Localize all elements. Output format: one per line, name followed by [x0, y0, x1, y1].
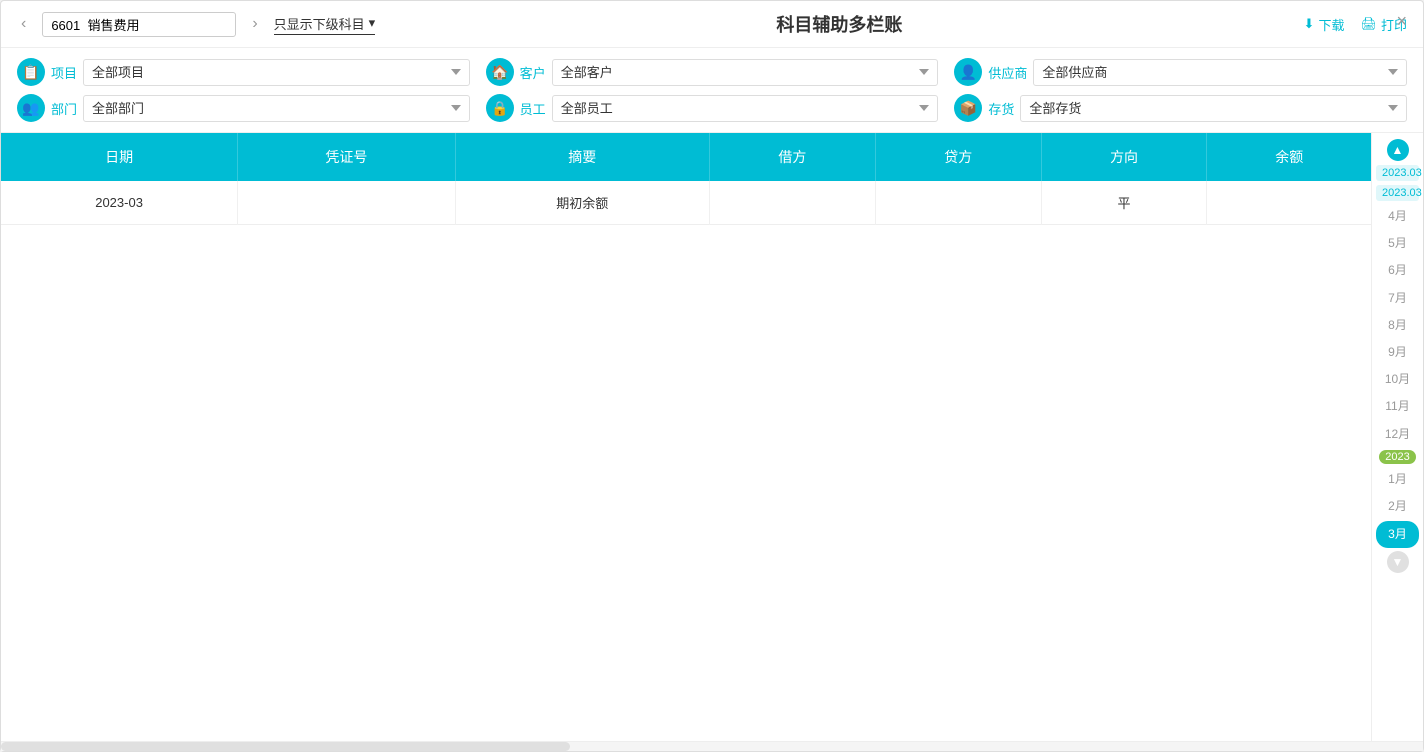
col-date: 日期 [1, 133, 238, 181]
filter-item-inventory: 📦 存货 全部存货 [954, 94, 1407, 122]
account-code-input[interactable] [42, 12, 236, 37]
download-icon: ⬇ [1304, 16, 1315, 32]
supplier-label: 供应商 [988, 63, 1027, 82]
timeline-month-5[interactable]: 5月 [1372, 230, 1423, 257]
supplier-select[interactable]: 全部供应商 [1033, 59, 1407, 86]
show-sub-toggle[interactable]: 只显示下级科目 ▾ [274, 14, 376, 35]
main-window: ‹ › 只显示下级科目 ▾ 科目辅助多栏账 ⬇ 下载 🖨 打印 × 📋 项目 [0, 0, 1424, 752]
timeline-month-10[interactable]: 10月 [1372, 366, 1423, 393]
inventory-select[interactable]: 全部存货 [1020, 95, 1407, 122]
inventory-icon: 📦 [954, 94, 982, 122]
timeline-month-7[interactable]: 7月 [1372, 285, 1423, 312]
timeline-month-4[interactable]: 4月 [1372, 203, 1423, 230]
action-buttons: ⬇ 下载 🖨 打印 [1304, 15, 1407, 34]
cell-date: 2023-03 [1, 181, 238, 225]
col-voucher: 凭证号 [238, 133, 455, 181]
cell-voucher [238, 181, 455, 225]
timeline-year-badge: 2023 [1379, 450, 1415, 464]
col-debit: 借方 [709, 133, 875, 181]
timeline-date-2[interactable]: 2023.03 [1376, 185, 1419, 201]
filter-section: 📋 项目 全部项目 🏠 客户 全部客户 👤 供应商 全部供应商 [1, 48, 1423, 133]
col-direction: 方向 [1041, 133, 1207, 181]
col-credit: 贷方 [875, 133, 1041, 181]
employee-icon: 🔒 [486, 94, 514, 122]
filter-row-2: 👥 部门 全部部门 🔒 员工 全部员工 📦 存货 全部存货 [17, 94, 1407, 122]
timeline-month-12[interactable]: 12月 [1372, 421, 1423, 448]
filter-item-supplier: 👤 供应商 全部供应商 [954, 58, 1407, 86]
close-button[interactable]: × [1396, 11, 1407, 32]
timeline-month-6[interactable]: 6月 [1372, 257, 1423, 284]
timeline-month-11[interactable]: 11月 [1372, 393, 1423, 420]
filter-row-1: 📋 项目 全部项目 🏠 客户 全部客户 👤 供应商 全部供应商 [17, 58, 1407, 86]
customer-icon: 🏠 [486, 58, 514, 86]
table-header: 日期 凭证号 摘要 借方 贷方 方向 余额 [1, 133, 1371, 181]
filter-item-department: 👥 部门 全部部门 [17, 94, 470, 122]
department-select[interactable]: 全部部门 [83, 95, 470, 122]
bottom-scrollbar[interactable] [1, 741, 1423, 751]
next-account-button[interactable]: › [248, 13, 261, 35]
filter-item-project: 📋 项目 全部项目 [17, 58, 470, 86]
table-container: 日期 凭证号 摘要 借方 贷方 方向 余额 2023-03 期初余额 [1, 133, 1423, 741]
cell-credit [875, 181, 1041, 225]
scrollbar-thumb [1, 742, 570, 751]
employee-select[interactable]: 全部员工 [552, 95, 939, 122]
prev-account-button[interactable]: ‹ [17, 13, 30, 35]
cell-debit [709, 181, 875, 225]
timeline-month-2[interactable]: 2月 [1372, 493, 1423, 520]
timeline-down-arrow[interactable]: ▼ [1387, 551, 1409, 573]
cell-direction: 平 [1041, 181, 1207, 225]
customer-label: 客户 [520, 63, 546, 82]
page-title: 科目辅助多栏账 [387, 11, 1291, 37]
filter-item-employee: 🔒 员工 全部员工 [486, 94, 939, 122]
title-bar: ‹ › 只显示下级科目 ▾ 科目辅助多栏账 ⬇ 下载 🖨 打印 × [1, 1, 1423, 48]
download-button[interactable]: ⬇ 下载 [1304, 15, 1345, 34]
table-row: 2023-03 期初余额 平 [1, 181, 1371, 225]
cell-balance [1207, 181, 1371, 225]
department-icon: 👥 [17, 94, 45, 122]
project-label: 项目 [51, 63, 77, 82]
employee-label: 员工 [520, 99, 546, 118]
timeline-month-1[interactable]: 1月 [1372, 466, 1423, 493]
filter-item-customer: 🏠 客户 全部客户 [486, 58, 939, 86]
customer-select[interactable]: 全部客户 [552, 59, 939, 86]
timeline-month-3-active[interactable]: 3月 [1376, 521, 1419, 548]
department-label: 部门 [51, 99, 77, 118]
col-balance: 余额 [1207, 133, 1371, 181]
timeline-month-8[interactable]: 8月 [1372, 312, 1423, 339]
data-table: 日期 凭证号 摘要 借方 贷方 方向 余额 2023-03 期初余额 [1, 133, 1371, 225]
project-icon: 📋 [17, 58, 45, 86]
timeline-panel: ▲ 2023.03 2023.03 4月 5月 6月 7月 8月 9月 10月 … [1371, 133, 1423, 741]
cell-summary: 期初余额 [455, 181, 709, 225]
inventory-label: 存货 [988, 99, 1014, 118]
col-summary: 摘要 [455, 133, 709, 181]
print-icon: 🖨 [1360, 16, 1377, 32]
timeline-date-1[interactable]: 2023.03 [1376, 165, 1419, 181]
timeline-up-arrow[interactable]: ▲ [1387, 139, 1409, 161]
timeline-month-9[interactable]: 9月 [1372, 339, 1423, 366]
project-select[interactable]: 全部项目 [83, 59, 470, 86]
supplier-icon: 👤 [954, 58, 982, 86]
